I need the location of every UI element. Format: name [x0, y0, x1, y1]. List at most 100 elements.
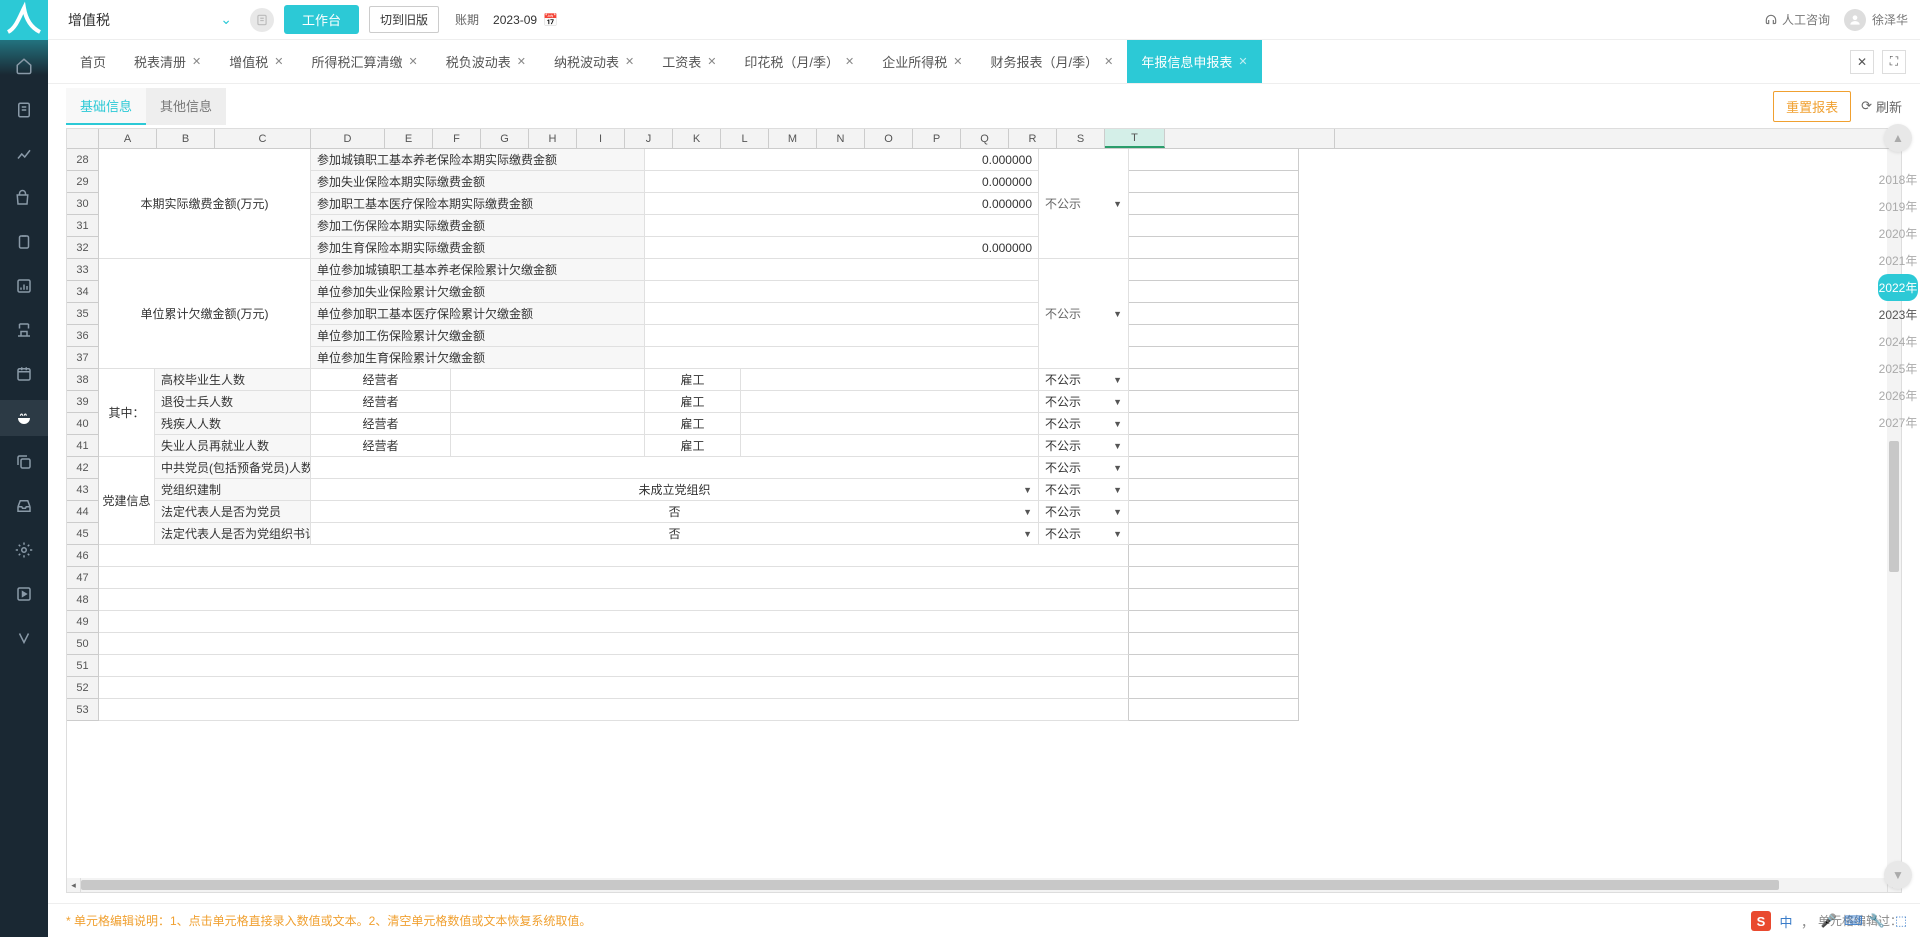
cell[interactable]: 单位参加城镇职工基本养老保险累计欠缴金额	[311, 259, 645, 281]
nav-bowl-icon[interactable]	[0, 400, 48, 436]
cell[interactable]: 失业人员再就业人数	[155, 435, 311, 457]
cell[interactable]	[99, 699, 1129, 721]
col-header-B[interactable]: B	[157, 129, 215, 148]
cell[interactable]: 退役士兵人数	[155, 391, 311, 413]
cell[interactable]	[99, 567, 1129, 589]
cell[interactable]: 不公示▼	[1039, 369, 1129, 391]
cell[interactable]: 不公示▼	[1039, 501, 1129, 523]
ime-lang[interactable]: 中	[1777, 912, 1795, 931]
cell[interactable]: 0.000000	[645, 237, 1039, 259]
tab-1[interactable]: 税表清册✕	[120, 40, 215, 83]
row-header[interactable]: 36	[67, 325, 99, 347]
tab-2[interactable]: 增值税✕	[215, 40, 297, 83]
col-header-F[interactable]: F	[433, 129, 481, 148]
row-header[interactable]: 49	[67, 611, 99, 633]
row-header[interactable]: 29	[67, 171, 99, 193]
tab-close-icon[interactable]: ✕	[274, 55, 283, 68]
nav-play-icon[interactable]	[0, 576, 48, 612]
cell[interactable]	[645, 347, 1039, 369]
cell[interactable]: 参加生育保险本期实际缴费金额	[311, 237, 645, 259]
col-header-T[interactable]: T	[1105, 129, 1165, 148]
cell[interactable]: 不公示▼	[1039, 391, 1129, 413]
ime-grid-icon[interactable]: ⬚	[1892, 913, 1910, 929]
cell[interactable]: 未成立党组织▼	[311, 479, 1039, 501]
tab-close-icon[interactable]: ✕	[1238, 55, 1247, 68]
cell[interactable]: 否▼	[311, 523, 1039, 545]
nav-bag-icon[interactable]	[0, 180, 48, 216]
col-header-N[interactable]: N	[817, 129, 865, 148]
year-option[interactable]: 2024年	[1878, 328, 1918, 355]
subtab-basic-info[interactable]: 基础信息	[66, 88, 146, 125]
year-rail-up-button[interactable]: ▲	[1884, 124, 1912, 152]
cell[interactable]	[451, 435, 645, 457]
cell[interactable]: 0.000000	[645, 193, 1039, 215]
col-header-P[interactable]: P	[913, 129, 961, 148]
cell[interactable]: 经营者	[311, 369, 451, 391]
row-header[interactable]: 46	[67, 545, 99, 567]
cell[interactable]: 参加职工基本医疗保险本期实际缴费金额	[311, 193, 645, 215]
cell[interactable]: 雇工	[645, 413, 741, 435]
year-option[interactable]: 2025年	[1878, 355, 1918, 382]
period-picker[interactable]: 2023-09 📅	[493, 13, 558, 27]
nav-gear-icon[interactable]	[0, 532, 48, 568]
cell[interactable]: 法定代表人是否为党组织书记	[155, 523, 311, 545]
row-header[interactable]: 32	[67, 237, 99, 259]
row-header[interactable]: 31	[67, 215, 99, 237]
row-header[interactable]: 45	[67, 523, 99, 545]
year-rail-down-button[interactable]: ▼	[1884, 861, 1912, 889]
row-header[interactable]: 41	[67, 435, 99, 457]
ime-toolbar[interactable]: S 中 ， 🎤 ⌨ 🔧 ⬚	[1751, 911, 1910, 931]
col-header-E[interactable]: E	[385, 129, 433, 148]
tab-expand-button[interactable]: ⛶	[1882, 50, 1906, 74]
year-option[interactable]: 2027年	[1878, 409, 1918, 436]
tab-close-icon[interactable]: ✕	[625, 55, 634, 68]
tab-6[interactable]: 工资表✕	[648, 40, 730, 83]
cell[interactable]	[645, 259, 1039, 281]
year-option[interactable]: 2021年	[1878, 247, 1918, 274]
cell[interactable]: 参加工伤保险本期实际缴费金额	[311, 215, 645, 237]
col-header-A[interactable]: A	[99, 129, 157, 148]
cell[interactable]	[99, 633, 1129, 655]
tab-3[interactable]: 所得税汇算清缴✕	[297, 40, 431, 83]
row-header[interactable]: 52	[67, 677, 99, 699]
row-header[interactable]: 34	[67, 281, 99, 303]
cell[interactable]: 参加城镇职工基本养老保险本期实际缴费金额	[311, 149, 645, 171]
col-header-G[interactable]: G	[481, 129, 529, 148]
col-header-H[interactable]: H	[529, 129, 577, 148]
cell[interactable]	[451, 413, 645, 435]
cell[interactable]	[645, 281, 1039, 303]
cell[interactable]: 不公示▼	[1039, 413, 1129, 435]
cell[interactable]: 单位参加职工基本医疗保险累计欠缴金额	[311, 303, 645, 325]
cell[interactable]: 不公示▼	[1039, 457, 1129, 479]
cell[interactable]	[741, 435, 1039, 457]
tab-8[interactable]: 企业所得税✕	[868, 40, 976, 83]
row-header[interactable]: 30	[67, 193, 99, 215]
row-header[interactable]: 48	[67, 589, 99, 611]
col-header-R[interactable]: R	[1009, 129, 1057, 148]
tab-close-icon[interactable]: ✕	[707, 55, 716, 68]
row-header[interactable]: 39	[67, 391, 99, 413]
cell[interactable]	[451, 369, 645, 391]
cell[interactable]: 0.000000	[645, 171, 1039, 193]
horizontal-scrollbar[interactable]: ◂ ▸	[67, 878, 1901, 892]
row-header[interactable]: 37	[67, 347, 99, 369]
cell[interactable]	[311, 457, 1039, 479]
col-header-C[interactable]: C	[215, 129, 311, 148]
tab-9[interactable]: 财务报表（月/季）✕	[977, 40, 1128, 83]
disclose-cell[interactable]: 不公示▼	[1039, 149, 1129, 259]
nav-home-icon[interactable]	[0, 48, 48, 84]
tab-close-icon[interactable]: ✕	[192, 55, 201, 68]
row-header[interactable]: 44	[67, 501, 99, 523]
cell[interactable]: 参加失业保险本期实际缴费金额	[311, 171, 645, 193]
row-header[interactable]: 35	[67, 303, 99, 325]
row-header[interactable]: 47	[67, 567, 99, 589]
tab-close-all-button[interactable]: ✕	[1850, 50, 1874, 74]
cell[interactable]: 残疾人人数	[155, 413, 311, 435]
cell[interactable]: 单位参加工伤保险累计欠缴金额	[311, 325, 645, 347]
row-header[interactable]: 50	[67, 633, 99, 655]
col-header-I[interactable]: I	[577, 129, 625, 148]
year-option[interactable]: 2022年	[1878, 274, 1918, 301]
col-header-S[interactable]: S	[1057, 129, 1105, 148]
ime-punct[interactable]: ，	[1801, 912, 1814, 931]
switch-old-button[interactable]: 切到旧版	[369, 6, 439, 33]
